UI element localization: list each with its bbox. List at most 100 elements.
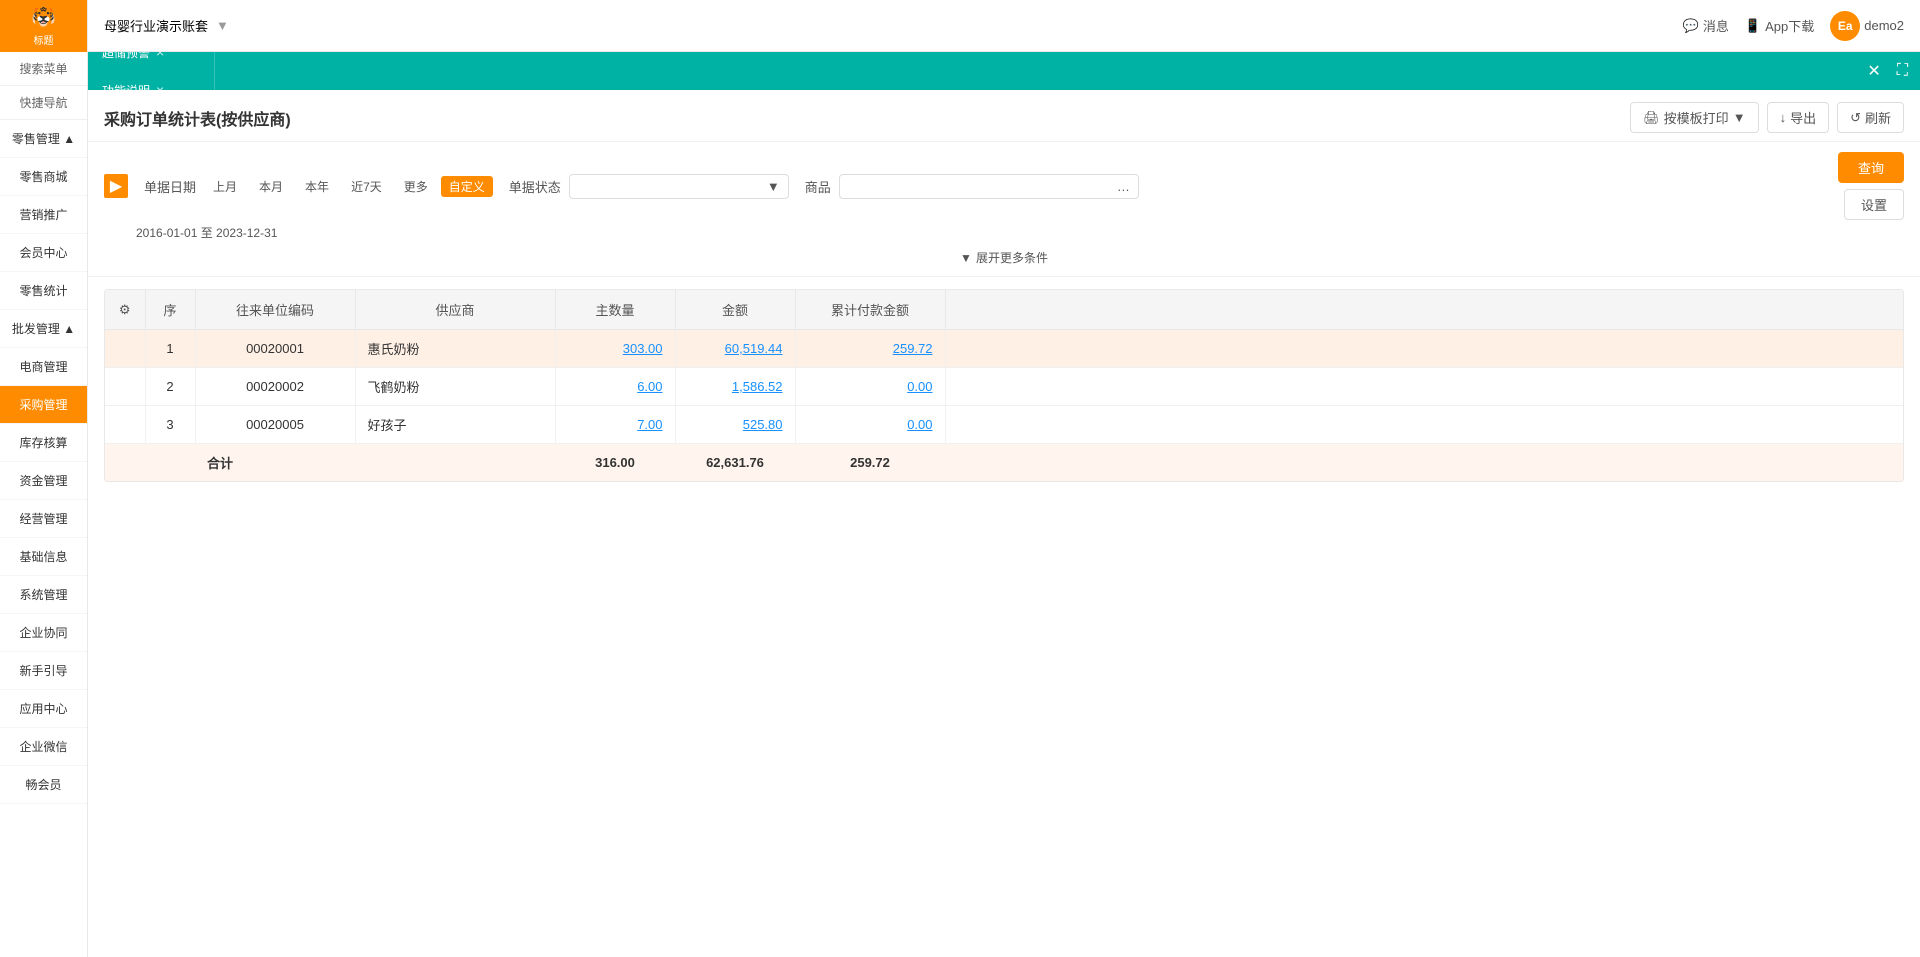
row-amount: 525.80: [675, 406, 795, 444]
table-row: 2 00020002 飞鹤奶粉 6.00 1,586.52 0.00: [105, 368, 1903, 406]
filter-toggle-btn[interactable]: ▶: [104, 174, 128, 198]
message-btn[interactable]: 💬 消息: [1683, 16, 1729, 35]
sidebar-item-apps[interactable]: 应用中心: [0, 690, 87, 728]
tab-close-function-desc[interactable]: ×: [156, 83, 164, 90]
table-row: 1 00020001 惠氏奶粉 303.00 60,519.44 259.72: [105, 330, 1903, 368]
workspace-dropdown-icon[interactable]: ▼: [216, 18, 229, 33]
date-custom-tag[interactable]: 自定义: [441, 176, 493, 197]
settings-button[interactable]: 设置: [1844, 189, 1904, 220]
query-button[interactable]: 查询: [1838, 152, 1904, 183]
goods-filter-label: 商品: [805, 177, 831, 196]
refresh-label: 刷新: [1865, 108, 1891, 127]
sidebar-item-purchase[interactable]: 采购管理: [0, 386, 87, 424]
export-icon: ↓: [1780, 110, 1787, 125]
sidebar-item-ecommerce[interactable]: 电商管理: [0, 348, 87, 386]
filter-bar: ▶ 单据日期 上月 本月 本年 近7天 更多 自定义 单据状态: [88, 142, 1920, 277]
refresh-icon: ↺: [1850, 110, 1861, 126]
sidebar-item-retail[interactable]: 零售管理 ▲: [0, 120, 87, 158]
purchase-order-table: ⚙ 序 往来单位编码 供应商 主数量 金额 累计付款金额 1 00020001: [105, 290, 1903, 481]
th-supplier-code: 往来单位编码: [195, 290, 355, 330]
date-range-display: 2016-01-01 至 2023-12-31: [104, 224, 1904, 241]
date-shortcut-last-month[interactable]: 上月: [204, 175, 246, 198]
date-filter-group: 单据日期 上月 本月 本年 近7天 更多 自定义: [144, 175, 493, 198]
tab-label-function-desc: 功能说明: [102, 82, 150, 91]
sidebar-item-newbie[interactable]: 新手引导: [0, 652, 87, 690]
tab-overstock-alert[interactable]: 超储预警×: [88, 52, 215, 71]
data-table-container: ⚙ 序 往来单位编码 供应商 主数量 金额 累计付款金额 1 00020001: [88, 277, 1920, 957]
sidebar-search[interactable]: 搜索菜单: [0, 52, 87, 86]
sidebar-item-retail-stat[interactable]: 零售统计: [0, 272, 87, 310]
th-settings: ⚙: [105, 290, 145, 330]
print-label: 按模板打印: [1664, 108, 1729, 127]
app-download-btn[interactable]: 📱 App下载: [1745, 16, 1814, 35]
footer-label: 合计: [195, 444, 555, 482]
row-no: 1: [145, 330, 195, 368]
footer-paid: 259.72: [795, 444, 945, 482]
row-no: 3: [145, 406, 195, 444]
date-shortcut-this-month[interactable]: 本月: [250, 175, 292, 198]
table-body: 1 00020001 惠氏奶粉 303.00 60,519.44 259.72 …: [105, 330, 1903, 444]
sidebar-item-wholesale[interactable]: 批发管理 ▲: [0, 310, 87, 348]
sidebar-item-basic[interactable]: 基础信息: [0, 538, 87, 576]
export-button[interactable]: ↓ 导出: [1767, 102, 1830, 133]
goods-filter-select[interactable]: …: [839, 174, 1139, 199]
logo-text: 标题: [34, 32, 54, 47]
date-range-text: 2016-01-01 至 2023-12-31: [136, 226, 277, 240]
message-icon: 💬: [1683, 18, 1699, 34]
print-icon: 🖨: [1643, 110, 1660, 126]
sidebar-item-membership[interactable]: 畅会员: [0, 766, 87, 804]
date-shortcut-7days[interactable]: 近7天: [342, 175, 391, 198]
main-content: 母婴行业演示账套 ▼ 💬 消息 📱 App下载 Ea demo2 首页收发存汇总…: [88, 0, 1920, 957]
footer-amount: 62,631.76: [675, 444, 795, 482]
tabbar: 首页收发存汇总表×要货单统计表×可用量库存账本×保质期查询×超储预警×功能说明×…: [88, 52, 1920, 90]
sidebar-item-marketing[interactable]: 营销推广: [0, 196, 87, 234]
topbar: 母婴行业演示账套 ▼ 💬 消息 📱 App下载 Ea demo2: [88, 0, 1920, 52]
user-initials: Ea: [1838, 19, 1853, 33]
status-filter-label: 单据状态: [509, 177, 561, 196]
row-extra: [945, 330, 1903, 368]
table-wrapper: ⚙ 序 往来单位编码 供应商 主数量 金额 累计付款金额 1 00020001: [104, 289, 1904, 482]
user-menu[interactable]: Ea demo2: [1830, 11, 1904, 41]
row-extra: [945, 406, 1903, 444]
sidebar-item-finance[interactable]: 资金管理: [0, 462, 87, 500]
th-paid-amount: 累计付款金额: [795, 290, 945, 330]
expand-filter-btn[interactable]: ▼ 展开更多条件: [104, 249, 1904, 266]
app-download-icon: 📱: [1745, 18, 1761, 34]
sidebar-item-inventory[interactable]: 库存核算: [0, 424, 87, 462]
print-button[interactable]: 🖨 按模板打印 ▼: [1630, 102, 1758, 133]
row-supplier: 惠氏奶粉: [355, 330, 555, 368]
close-tab-icon[interactable]: ✕: [1863, 57, 1884, 85]
sidebar-item-operation[interactable]: 经营管理: [0, 500, 87, 538]
tab-close-overstock-alert[interactable]: ×: [156, 52, 164, 59]
maximize-tab-icon[interactable]: ⛶: [1893, 58, 1912, 84]
th-amount: 金额: [675, 290, 795, 330]
date-shortcuts: 上月 本月 本年 近7天 更多 自定义: [204, 175, 493, 198]
tabs-container: 首页收发存汇总表×要货单统计表×可用量库存账本×保质期查询×超储预警×功能说明×…: [88, 52, 215, 90]
row-main-qty: 303.00: [555, 330, 675, 368]
row-settings: [105, 368, 145, 406]
export-label: 导出: [1790, 108, 1816, 127]
sidebar-shortcut[interactable]: 快捷导航: [0, 86, 87, 120]
table-footer-row: 合计 316.00 62,631.76 259.72: [105, 444, 1903, 482]
row-paid-amount: 0.00: [795, 368, 945, 406]
refresh-button[interactable]: ↺ 刷新: [1837, 102, 1904, 133]
sidebar-item-retail-shop[interactable]: 零售商城: [0, 158, 87, 196]
filter-actions: 查询 设置: [1838, 152, 1904, 220]
sidebar-nav: 零售管理 ▲零售商城营销推广会员中心零售统计批发管理 ▲电商管理采购管理库存核算…: [0, 120, 87, 804]
tabbar-actions: ✕ ⛶: [1855, 57, 1920, 85]
row-no: 2: [145, 368, 195, 406]
status-filter-select[interactable]: ▼: [569, 174, 789, 199]
sidebar-search-label[interactable]: 搜索菜单: [6, 60, 81, 77]
date-shortcut-more[interactable]: 更多: [395, 175, 437, 198]
sidebar-item-system[interactable]: 系统管理: [0, 576, 87, 614]
sidebar-item-member[interactable]: 会员中心: [0, 234, 87, 272]
date-shortcut-this-year[interactable]: 本年: [296, 175, 338, 198]
row-main-qty: 7.00: [555, 406, 675, 444]
th-supplier: 供应商: [355, 290, 555, 330]
footer-extra: [945, 444, 1903, 482]
tab-function-desc[interactable]: 功能说明 ×: [88, 71, 215, 90]
footer-qty: 316.00: [555, 444, 675, 482]
topbar-right: 💬 消息 📱 App下载 Ea demo2: [1683, 11, 1904, 41]
sidebar-item-wechat[interactable]: 企业微信: [0, 728, 87, 766]
sidebar-item-enterprise[interactable]: 企业协同: [0, 614, 87, 652]
